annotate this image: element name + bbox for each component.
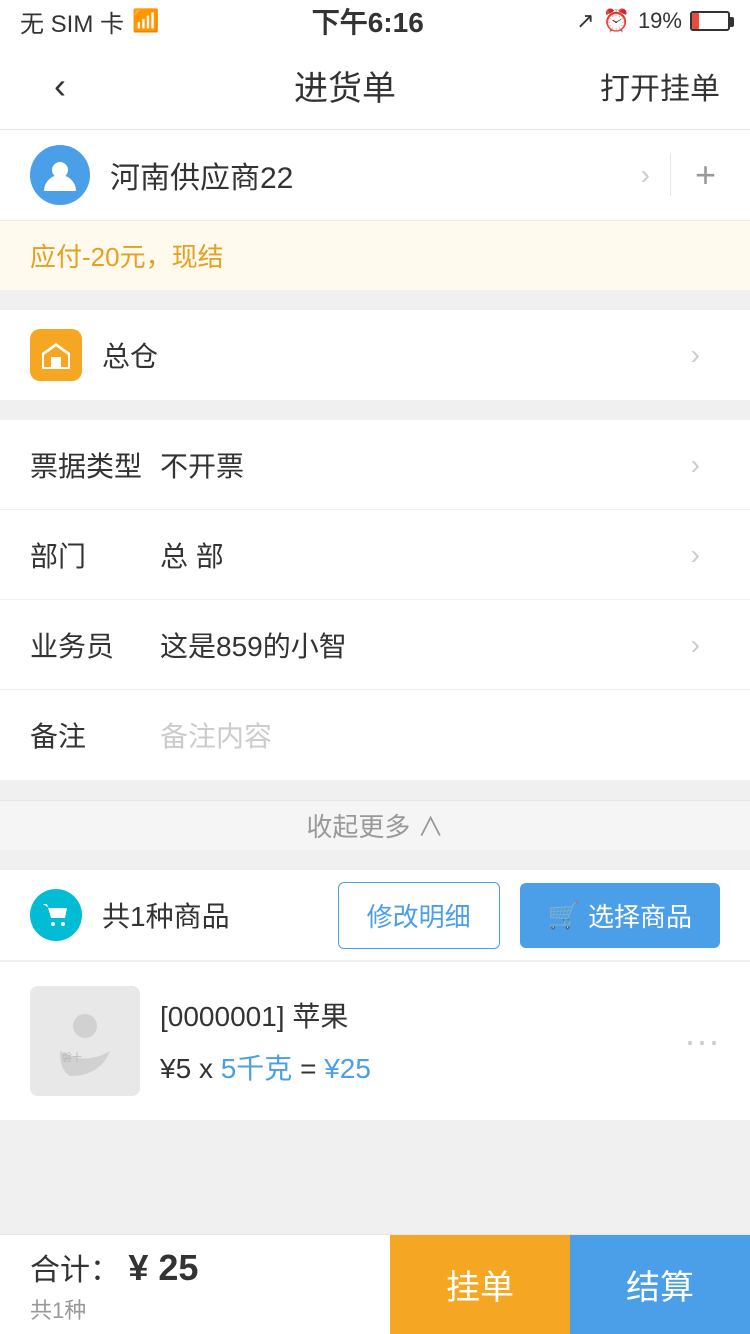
location-icon: ↗ <box>576 8 594 34</box>
battery-text: 19% <box>638 8 682 34</box>
supplier-notice: 应付-20元，现结 <box>0 220 750 290</box>
page-title: 进货单 <box>294 61 396 110</box>
product-placeholder-icon: 磐十 <box>50 1006 120 1076</box>
house-icon <box>40 339 72 371</box>
battery-icon <box>690 11 730 31</box>
content: 河南供应商22 › + 应付-20元，现结 总仓 › 票据类型 不开票 › 部门 <box>0 130 750 1220</box>
status-right: ↗ ⏰ 19% <box>576 8 730 34</box>
dept-label: 部门 <box>30 535 160 575</box>
select-product-button[interactable]: 🛒 选择商品 <box>520 883 720 948</box>
person-icon <box>42 157 78 193</box>
product-item: 磐十 [0000001] 苹果 ¥5 x 5千克 = ¥25 ··· <box>0 962 750 1120</box>
hang-order-button[interactable]: 挂单 <box>390 1235 570 1334</box>
status-left: 无 SIM 卡 📶 <box>20 4 159 39</box>
product-count: 共1种商品 <box>102 895 318 935</box>
warehouse-section: 总仓 › <box>0 310 750 400</box>
carrier-text: 无 SIM 卡 <box>20 4 124 39</box>
price-qty: 5千克 <box>221 1053 293 1084</box>
total-amount: ¥ 25 <box>128 1247 198 1288</box>
dept-row[interactable]: 部门 总 部 › <box>0 510 750 600</box>
back-button[interactable]: ‹ <box>30 56 90 116</box>
dept-value: 总 部 <box>160 535 691 575</box>
cart-icon <box>41 900 71 930</box>
status-bar: 无 SIM 卡 📶 下午6:16 ↗ ⏰ 19% <box>0 0 750 42</box>
svg-text:磐十: 磐十 <box>62 1051 82 1064</box>
bottom-bar: 合计： ¥ 25 共1种 挂单 结算 <box>0 1234 750 1334</box>
add-supplier-button[interactable]: + <box>670 154 720 196</box>
product-price: ¥5 x 5千克 = ¥25 <box>160 1047 664 1087</box>
supplier-name: 河南供应商22 <box>110 153 641 197</box>
price-equals: = <box>300 1053 324 1084</box>
select-product-icon: 🛒 <box>548 900 580 931</box>
total-area: 合计： ¥ 25 共1种 <box>0 1245 390 1325</box>
chevron-right-icon: › <box>691 339 700 371</box>
chevron-right-icon: › <box>691 539 700 571</box>
chevron-right-icon: › <box>691 449 700 481</box>
supplier-section: 河南供应商22 › + 应付-20元，现结 <box>0 130 750 290</box>
status-time: 下午6:16 <box>312 1 424 41</box>
collapse-label: 收起更多 ∧ <box>306 807 443 844</box>
product-thumbnail: 磐十 <box>30 986 140 1096</box>
fields-section: 票据类型 不开票 › 部门 总 部 › 业务员 这是859的小智 › 备注 备注… <box>0 420 750 780</box>
invoice-value: 不开票 <box>160 445 691 485</box>
price-separator: x <box>199 1053 221 1084</box>
open-hang-button[interactable]: 打开挂单 <box>600 64 720 108</box>
remark-row[interactable]: 备注 备注内容 <box>0 690 750 780</box>
remark-input[interactable]: 备注内容 <box>160 715 720 755</box>
sales-row[interactable]: 业务员 这是859的小智 › <box>0 600 750 690</box>
sales-value: 这是859的小智 <box>160 625 691 665</box>
sales-label: 业务员 <box>30 625 160 665</box>
product-code: [0000001] <box>160 1001 285 1032</box>
remark-label: 备注 <box>30 715 160 755</box>
warehouse-name: 总仓 <box>102 335 691 375</box>
invoice-label: 票据类型 <box>30 445 160 485</box>
price-base: ¥5 <box>160 1053 191 1084</box>
select-product-label: 选择商品 <box>588 897 692 934</box>
supplier-avatar <box>30 145 90 205</box>
price-total: ¥25 <box>324 1053 371 1084</box>
nav-bar: ‹ 进货单 打开挂单 <box>0 42 750 130</box>
chevron-right-icon: › <box>691 629 700 661</box>
total-label: 合计： <box>30 1254 120 1287</box>
supplier-row[interactable]: 河南供应商22 › + <box>0 130 750 220</box>
checkout-button[interactable]: 结算 <box>570 1235 750 1334</box>
edit-detail-button[interactable]: 修改明细 <box>338 882 500 949</box>
product-more-button[interactable]: ··· <box>684 1020 720 1062</box>
invoice-row[interactable]: 票据类型 不开票 › <box>0 420 750 510</box>
battery-fill <box>692 13 699 29</box>
product-name-text: 苹果 <box>292 1001 348 1032</box>
warehouse-icon <box>30 329 82 381</box>
product-header: 共1种商品 修改明细 🛒 选择商品 <box>0 870 750 960</box>
wifi-icon: 📶 <box>132 8 159 34</box>
chevron-right-icon: › <box>641 159 650 191</box>
total-main: 合计： ¥ 25 <box>30 1245 360 1289</box>
total-sub: 共1种 <box>30 1293 360 1325</box>
bottom-spacer <box>0 1120 750 1220</box>
product-name: [0000001] 苹果 <box>160 995 664 1035</box>
product-info: [0000001] 苹果 ¥5 x 5千克 = ¥25 <box>160 995 664 1087</box>
alarm-icon: ⏰ <box>603 8 630 34</box>
product-icon <box>30 889 82 941</box>
collapse-bar[interactable]: 收起更多 ∧ <box>0 800 750 870</box>
warehouse-row[interactable]: 总仓 › <box>0 310 750 400</box>
